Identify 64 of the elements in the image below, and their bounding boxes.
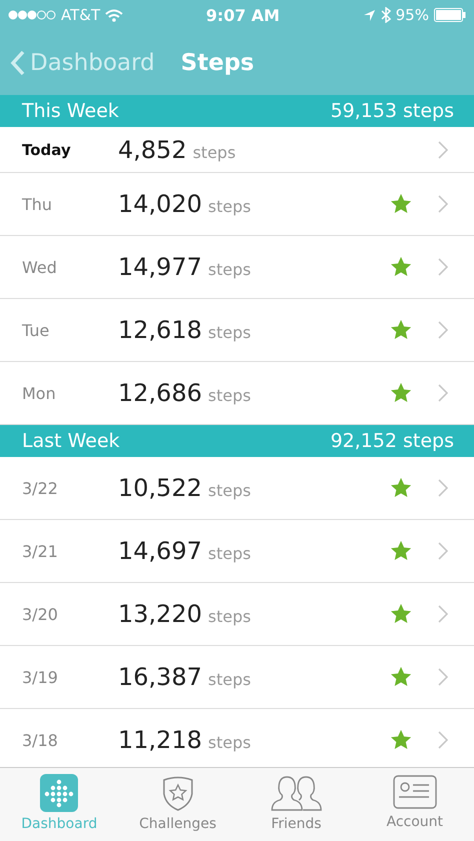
day-label: Today <box>22 140 72 158</box>
day-row[interactable]: Thu 14,020 steps <box>0 173 474 236</box>
day-label: Tue <box>22 320 50 340</box>
chevron-right-icon[interactable] <box>438 195 448 213</box>
two-people-icon <box>269 774 324 812</box>
chevron-right-icon[interactable] <box>438 731 448 749</box>
step-count: 12,618 steps <box>118 316 252 344</box>
star-icon <box>390 193 412 215</box>
day-row[interactable]: 3/21 14,697 steps <box>0 520 474 583</box>
day-label: Mon <box>22 384 57 402</box>
chevron-right-icon[interactable] <box>438 384 448 402</box>
day-row[interactable]: Today 4,852 steps <box>0 127 474 173</box>
status-time: 9:07 AM <box>206 6 280 24</box>
section-title: This Week <box>22 100 119 122</box>
day-label: Thu <box>22 194 54 214</box>
day-row[interactable]: 3/22 10,522 steps <box>0 457 474 520</box>
star-icon <box>390 540 412 562</box>
section-total: 92,152 steps <box>330 430 454 452</box>
chevron-left-icon <box>10 50 26 76</box>
id-card-icon <box>392 774 437 810</box>
section-total: 59,153 steps <box>330 100 454 122</box>
step-count: 12,686 steps <box>118 379 252 407</box>
day-label: 3/20 <box>22 604 59 624</box>
step-count: 13,220 steps <box>118 600 252 628</box>
day-label: Wed <box>22 258 58 276</box>
day-row[interactable]: Tue 12,618 steps <box>0 299 474 362</box>
star-icon <box>390 477 412 499</box>
step-count: 4,852 steps <box>118 136 237 164</box>
location-arrow-icon <box>362 8 376 22</box>
star-icon <box>390 382 412 404</box>
battery-icon <box>434 8 466 22</box>
day-label: 3/19 <box>22 668 59 686</box>
star-icon <box>390 666 412 688</box>
chevron-right-icon[interactable] <box>438 258 448 276</box>
day-row[interactable]: Wed 14,977 steps <box>0 236 474 299</box>
step-count: 14,977 steps <box>118 253 252 281</box>
chevron-right-icon[interactable] <box>438 321 448 339</box>
star-icon <box>390 603 412 625</box>
chevron-right-icon[interactable] <box>438 479 448 497</box>
day-row[interactable]: 3/19 16,387 steps <box>0 646 474 709</box>
star-icon <box>390 729 412 751</box>
day-row[interactable]: 3/20 13,220 steps <box>0 583 474 646</box>
chevron-right-icon[interactable] <box>438 140 448 158</box>
step-count: 16,387 steps <box>118 663 252 691</box>
bluetooth-icon <box>380 7 391 23</box>
chevron-right-icon[interactable] <box>438 668 448 686</box>
carrier-name: AT&T <box>61 6 100 24</box>
section-title: Last Week <box>22 430 120 452</box>
page-title: Steps <box>180 50 254 76</box>
step-count: 14,020 steps <box>118 190 252 218</box>
step-count: 10,522 steps <box>118 474 252 502</box>
star-icon <box>390 319 412 341</box>
wifi-icon <box>105 8 124 22</box>
step-count: 14,697 steps <box>118 537 252 565</box>
day-label: 3/22 <box>22 478 59 498</box>
chevron-right-icon[interactable] <box>438 605 448 623</box>
star-icon <box>390 256 412 278</box>
day-label: 3/21 <box>22 542 59 560</box>
signal-dots-icon <box>8 10 56 20</box>
battery-percent: 95% <box>396 6 429 24</box>
dots-logo-icon <box>40 774 78 812</box>
day-label: 3/18 <box>22 730 59 750</box>
step-count: 11,218 steps <box>118 726 252 754</box>
chevron-right-icon[interactable] <box>438 542 448 560</box>
